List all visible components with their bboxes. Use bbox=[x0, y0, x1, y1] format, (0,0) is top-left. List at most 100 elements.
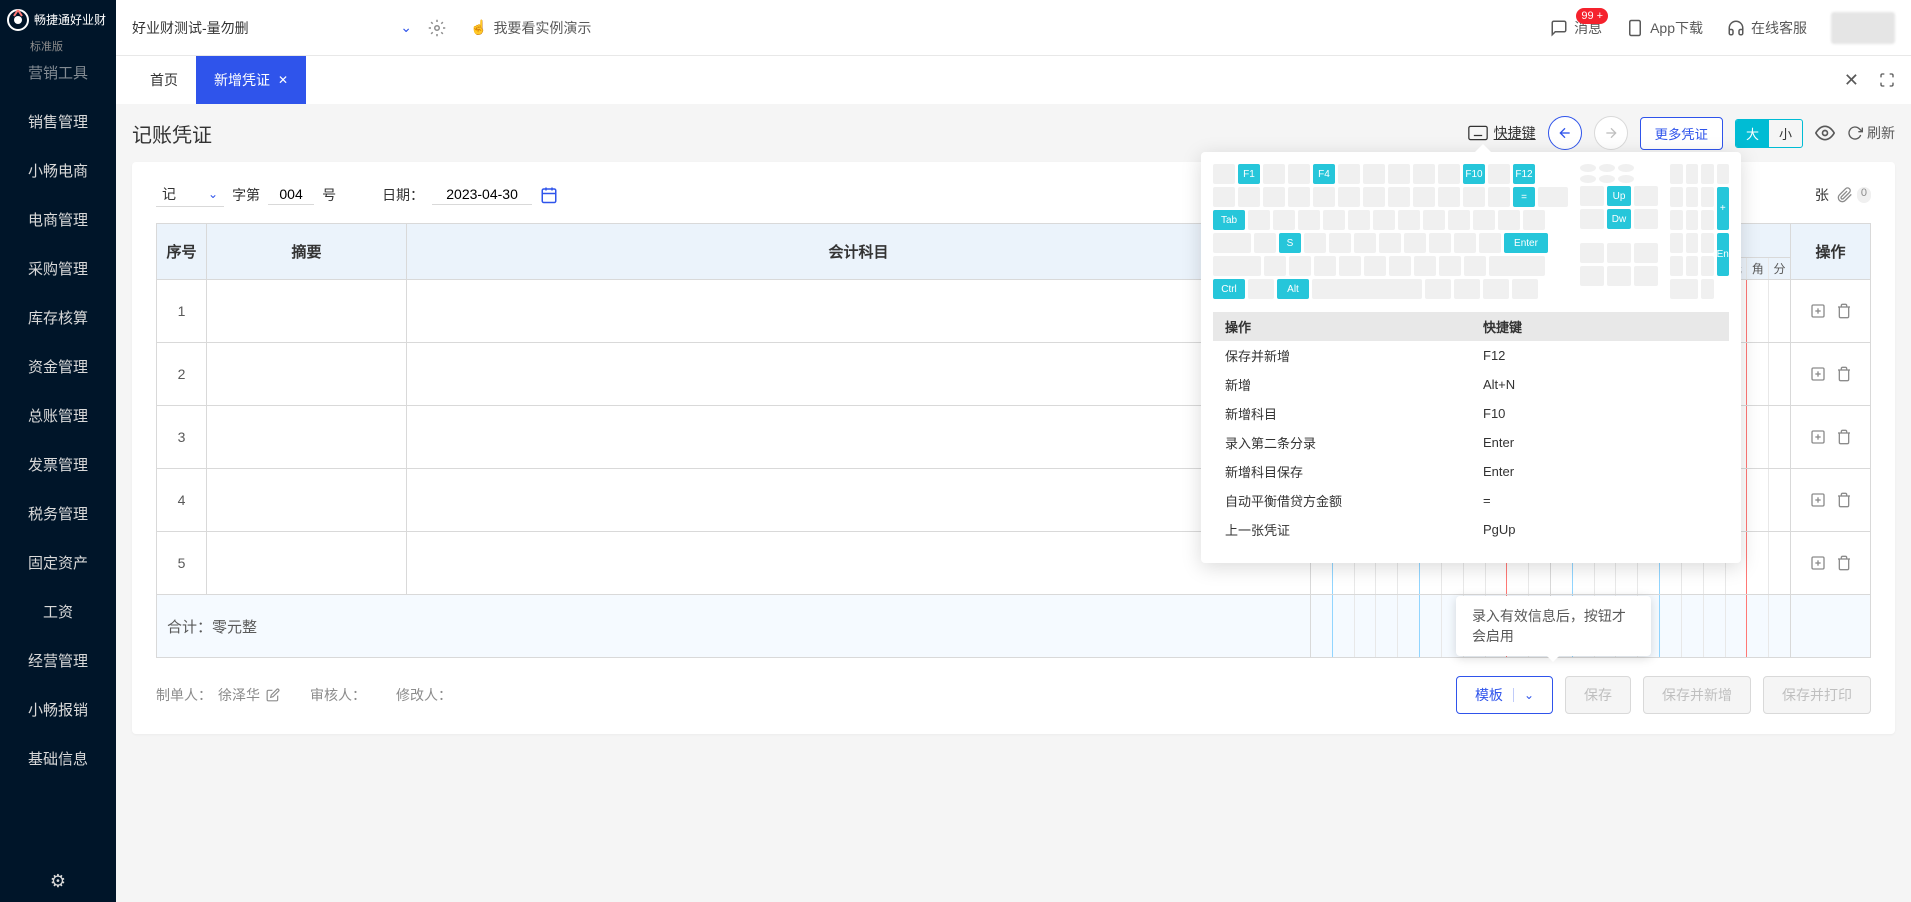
nav-item[interactable]: 库存核算 bbox=[0, 293, 116, 342]
shortcut-row: 自动平衡借贷方金额= bbox=[1213, 486, 1729, 515]
edit-icon[interactable] bbox=[266, 688, 280, 702]
avatar[interactable] bbox=[1831, 12, 1895, 44]
nav-item[interactable]: 资金管理 bbox=[0, 342, 116, 391]
kb-key bbox=[1686, 256, 1699, 276]
close-all-tabs-button[interactable]: ✕ bbox=[1834, 66, 1869, 95]
main-area: 好业财测试-量勿删 ⌄ ☝ 我要看实例演示 消息 99 + App下载 bbox=[116, 0, 1911, 902]
nav-item[interactable]: 采购管理 bbox=[0, 244, 116, 293]
account-cell[interactable] bbox=[407, 280, 1311, 343]
amount-unit: 分 bbox=[1769, 258, 1790, 279]
refresh-button[interactable]: 刷新 bbox=[1847, 123, 1895, 143]
delete-row-icon[interactable] bbox=[1836, 303, 1852, 319]
kb-key bbox=[1599, 175, 1615, 183]
kb-key bbox=[1580, 175, 1596, 183]
add-row-icon[interactable] bbox=[1810, 303, 1826, 319]
kb-key bbox=[1634, 209, 1658, 229]
demo-link[interactable]: ☝ 我要看实例演示 bbox=[470, 18, 591, 38]
sidebar-settings[interactable]: ⚙ bbox=[0, 861, 116, 902]
kb-key bbox=[1580, 209, 1604, 229]
kb-key bbox=[1607, 243, 1631, 263]
add-row-icon[interactable] bbox=[1810, 429, 1826, 445]
kb-key bbox=[1213, 256, 1261, 276]
kb-key bbox=[1599, 164, 1615, 172]
settings-icon[interactable] bbox=[428, 19, 446, 37]
kb-key: S bbox=[1279, 233, 1301, 253]
shortcut-key: = bbox=[1471, 486, 1729, 515]
template-button[interactable]: 模板 ⌄ bbox=[1456, 676, 1553, 714]
kb-key bbox=[1701, 256, 1714, 276]
kb-key bbox=[1454, 233, 1476, 253]
account-cell[interactable] bbox=[407, 343, 1311, 406]
summary-cell[interactable] bbox=[207, 343, 407, 406]
more-voucher-button[interactable]: 更多凭证 bbox=[1640, 117, 1723, 150]
delete-row-icon[interactable] bbox=[1836, 429, 1852, 445]
shortcut-key: PgUp bbox=[1471, 515, 1729, 544]
kb-key bbox=[1489, 256, 1545, 276]
shortcut-trigger[interactable]: 快捷键 bbox=[1468, 123, 1536, 143]
prev-voucher-button[interactable] bbox=[1548, 116, 1582, 150]
delete-row-icon[interactable] bbox=[1836, 555, 1852, 571]
summary-cell[interactable] bbox=[207, 406, 407, 469]
tab-home[interactable]: 首页 bbox=[132, 56, 196, 104]
kb-key bbox=[1263, 187, 1285, 207]
summary-cell[interactable] bbox=[207, 280, 407, 343]
kb-key bbox=[1289, 256, 1311, 276]
kb-key bbox=[1580, 186, 1604, 206]
voucher-date-input[interactable] bbox=[432, 184, 532, 205]
kb-key: F12 bbox=[1513, 164, 1535, 184]
summary-cell[interactable] bbox=[207, 532, 407, 595]
customer-service-button[interactable]: 在线客服 bbox=[1727, 18, 1807, 38]
brand-icon bbox=[6, 8, 30, 32]
save-new-button[interactable]: 保存并新增 bbox=[1643, 676, 1751, 714]
voucher-type-select[interactable]: 记 ⌄ bbox=[156, 182, 224, 207]
nav-item[interactable]: 销售管理 bbox=[0, 97, 116, 146]
nav-item[interactable]: 固定资产 bbox=[0, 538, 116, 587]
account-cell[interactable] bbox=[407, 469, 1311, 532]
attachment-icon[interactable] bbox=[1837, 187, 1853, 203]
size-large-option[interactable]: 大 bbox=[1736, 120, 1769, 147]
nav-item[interactable]: 发票管理 bbox=[0, 440, 116, 489]
nav-item[interactable]: 税务管理 bbox=[0, 489, 116, 538]
add-row-icon[interactable] bbox=[1810, 492, 1826, 508]
shortcut-action: 新增科目保存 bbox=[1213, 457, 1471, 486]
voucher-number-input[interactable] bbox=[268, 184, 314, 205]
shortcut-key: Enter bbox=[1471, 457, 1729, 486]
kb-key bbox=[1670, 256, 1683, 276]
next-voucher-button[interactable] bbox=[1594, 116, 1628, 150]
kb-key bbox=[1701, 210, 1714, 230]
nav-item[interactable]: 基础信息 bbox=[0, 734, 116, 783]
delete-row-icon[interactable] bbox=[1836, 492, 1852, 508]
delete-row-icon[interactable] bbox=[1836, 366, 1852, 382]
account-cell[interactable] bbox=[407, 532, 1311, 595]
messages-button[interactable]: 消息 99 + bbox=[1550, 18, 1602, 38]
add-row-icon[interactable] bbox=[1810, 555, 1826, 571]
tab-new-voucher[interactable]: 新增凭证 ✕ bbox=[196, 56, 306, 104]
kb-key bbox=[1413, 164, 1435, 184]
size-small-option[interactable]: 小 bbox=[1769, 120, 1802, 147]
kb-key bbox=[1288, 187, 1310, 207]
calendar-icon[interactable] bbox=[540, 186, 558, 204]
org-name: 好业财测试-量勿删 bbox=[132, 18, 249, 38]
nav-item[interactable]: 经营管理 bbox=[0, 636, 116, 685]
app-download-button[interactable]: App下载 bbox=[1626, 18, 1703, 38]
shortcut-row: 上一张凭证PgUp bbox=[1213, 515, 1729, 544]
close-icon[interactable]: ✕ bbox=[278, 73, 288, 87]
shortcut-action: 录入第二条分录 bbox=[1213, 428, 1471, 457]
nav-item[interactable]: 总账管理 bbox=[0, 391, 116, 440]
nav-item[interactable]: 电商管理 bbox=[0, 195, 116, 244]
nav-item[interactable]: 小畅报销 bbox=[0, 685, 116, 734]
summary-cell[interactable] bbox=[207, 469, 407, 532]
nav-item[interactable]: 工资 bbox=[0, 587, 116, 636]
save-button[interactable]: 保存 bbox=[1565, 676, 1631, 714]
add-row-icon[interactable] bbox=[1810, 366, 1826, 382]
org-selector[interactable]: 好业财测试-量勿删 ⌄ bbox=[132, 18, 412, 38]
nav-item[interactable]: 小畅电商 bbox=[0, 146, 116, 195]
nav-item[interactable]: 营销工具 bbox=[0, 54, 116, 97]
shortcut-action: 新增 bbox=[1213, 370, 1471, 399]
kb-key bbox=[1354, 233, 1376, 253]
expand-icon[interactable] bbox=[1879, 72, 1895, 88]
save-print-button[interactable]: 保存并打印 bbox=[1763, 676, 1871, 714]
preview-button[interactable] bbox=[1815, 123, 1835, 143]
account-cell[interactable] bbox=[407, 406, 1311, 469]
kb-key bbox=[1454, 279, 1480, 299]
